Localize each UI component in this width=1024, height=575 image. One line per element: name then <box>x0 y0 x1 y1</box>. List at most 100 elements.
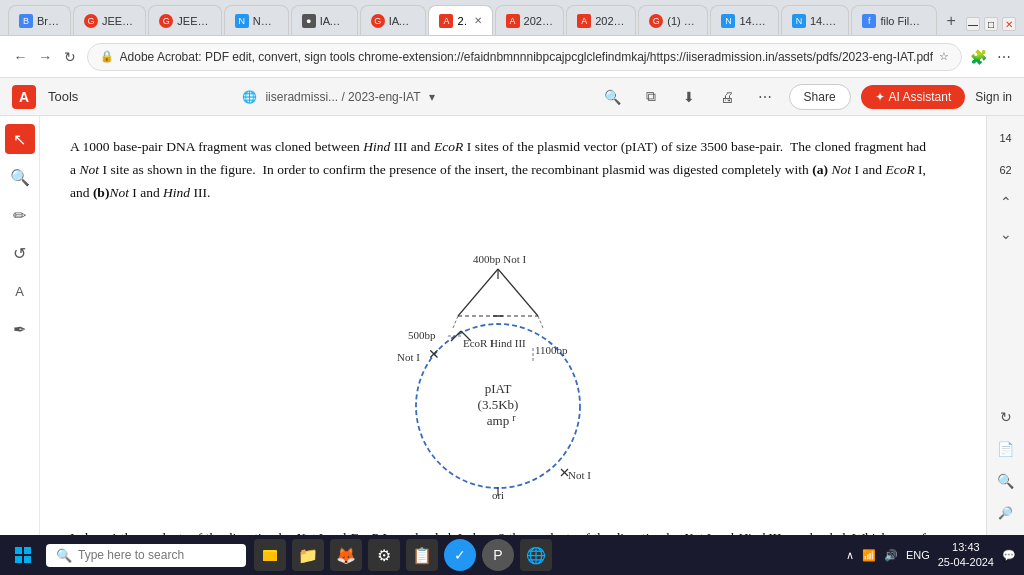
taskbar-firefox-icon[interactable]: 🦊 <box>330 539 362 571</box>
annotate-tool-button[interactable]: ✏ <box>5 200 35 230</box>
tab-favicon-iat1: ● <box>302 14 316 28</box>
svg-rect-16 <box>24 547 31 554</box>
dropdown-icon[interactable]: ▾ <box>429 90 435 104</box>
back-button[interactable]: ← <box>12 44 29 70</box>
tab-label-2021: 2021 E <box>595 15 625 27</box>
tab-jee1[interactable]: G JEE Ma <box>73 5 146 35</box>
svg-rect-15 <box>15 547 22 554</box>
taskbar-app5-icon[interactable]: 📋 <box>406 539 438 571</box>
pdf-content: A 1000 base-pair DNA fragment was cloned… <box>40 116 986 535</box>
tab-20[interactable]: A 20 ✕ <box>428 5 492 35</box>
scroll-down-button[interactable]: ⌄ <box>992 220 1020 248</box>
more-toolbar-button[interactable]: ⋯ <box>751 83 779 111</box>
signature-tool-button[interactable]: ✒ <box>5 314 35 344</box>
page-14-button[interactable]: 14 <box>992 124 1020 152</box>
tab-favicon-google: G <box>649 14 663 28</box>
signin-button[interactable]: Sign in <box>975 90 1012 104</box>
refresh-right-button[interactable]: ↻ <box>992 403 1020 431</box>
page-number-14: 14 <box>999 132 1011 144</box>
speaker-icon[interactable]: 🔊 <box>884 549 898 562</box>
tab-label-neet: Neet | <box>253 15 278 27</box>
page-62-button[interactable]: 62 <box>992 156 1020 184</box>
print-toolbar-button[interactable]: 🖨 <box>713 83 741 111</box>
ai-assistant-button[interactable]: ✦ AI Assistant <box>861 85 966 109</box>
zoom-out-right-button[interactable]: 🔎 <box>992 499 1020 527</box>
forward-button[interactable]: → <box>37 44 54 70</box>
tab-2021[interactable]: A 2021 E <box>566 5 636 35</box>
plasmid-diagram: 400bp Not I 500bp Eco <box>333 221 663 511</box>
up-arrow-icon[interactable]: ∧ <box>846 549 854 562</box>
tab-jee2[interactable]: G JEE Ma <box>148 5 221 35</box>
bookmark-icon[interactable]: ☆ <box>939 50 949 63</box>
tab-label-14-1: 14. Qu <box>739 15 767 27</box>
taskbar-pinned-icons: 📁 🦊 ⚙ 📋 ✓ P 🌐 <box>254 539 552 571</box>
tab-label-brillia: Brillia <box>37 15 60 27</box>
center-text1: pIAT <box>485 381 512 396</box>
copy-toolbar-button[interactable]: ⧉ <box>637 83 665 111</box>
notification-icon[interactable]: 💬 <box>1002 549 1016 562</box>
minimize-button[interactable]: — <box>966 17 980 31</box>
clock-time: 13:43 <box>938 540 994 555</box>
taskbar-settings-icon[interactable]: ⚙ <box>368 539 400 571</box>
search-toolbar-button[interactable]: 🔍 <box>599 83 627 111</box>
svg-rect-18 <box>24 556 31 563</box>
url-bar[interactable]: 🔒 Adobe Acrobat: PDF edit, convert, sign… <box>87 43 963 71</box>
tab-favicon-2022: A <box>506 14 520 28</box>
document-right-button[interactable]: 📄 <box>992 435 1020 463</box>
scroll-up-button[interactable]: ⌃ <box>992 188 1020 216</box>
taskbar-explorer-icon[interactable] <box>254 539 286 571</box>
noti-left-marker: ✕ <box>428 347 440 362</box>
close-button[interactable]: ✕ <box>1002 17 1016 31</box>
tab-favicon-brillia: B <box>19 14 33 28</box>
tab-google[interactable]: G (1) In a <box>638 5 708 35</box>
tab-14-1[interactable]: N 14. Qu <box>710 5 778 35</box>
acrobat-logo: A <box>12 85 36 109</box>
taskbar-files-icon[interactable]: 📁 <box>292 539 324 571</box>
zoom-tool-button[interactable]: 🔍 <box>5 162 35 192</box>
zoom-in-right-button[interactable]: 🔍 <box>992 467 1020 495</box>
page-number-62: 62 <box>999 164 1011 176</box>
tab-2022[interactable]: A 2022-e <box>495 5 565 35</box>
taskbar-check-icon[interactable]: ✓ <box>444 539 476 571</box>
svg-line-14 <box>538 316 543 328</box>
tab-filo[interactable]: f filo Filo St. <box>851 5 936 35</box>
taskbar-app7-icon[interactable]: P <box>482 539 514 571</box>
taskbar-search-input[interactable] <box>78 548 228 562</box>
tools-button[interactable]: Tools <box>48 89 78 104</box>
tab-brillia[interactable]: B Brillia <box>8 5 71 35</box>
label-hindiii: Hind III <box>490 337 526 349</box>
taskbar-clock[interactable]: 13:43 25-04-2024 <box>938 540 994 571</box>
network-icon[interactable]: 📶 <box>862 549 876 562</box>
download-toolbar-button[interactable]: ⬇ <box>675 83 703 111</box>
start-button[interactable] <box>8 541 38 569</box>
diagram-container: 400bp Not I 500bp Eco <box>70 221 926 511</box>
checkmark-icon: ✓ <box>454 547 466 563</box>
firefox-icon: 🦊 <box>336 546 356 565</box>
maximize-button[interactable]: □ <box>984 17 998 31</box>
file-explorer-icon <box>261 546 279 564</box>
taskbar-search-box[interactable]: 🔍 <box>46 544 246 567</box>
more-button[interactable]: ⋯ <box>995 44 1012 70</box>
share-button[interactable]: Share <box>789 84 851 110</box>
svg-line-0 <box>458 269 498 316</box>
tab-close-20[interactable]: ✕ <box>474 15 482 26</box>
tab-label-iat2: IAT | I/ <box>389 15 416 27</box>
tab-neet[interactable]: N Neet | <box>224 5 289 35</box>
reload-button[interactable]: ↻ <box>62 44 79 70</box>
tab-14-2[interactable]: N 14. Qu <box>781 5 849 35</box>
ai-icon: ✦ <box>875 90 885 104</box>
extensions-button[interactable]: 🧩 <box>970 44 987 70</box>
label-500bp: 500bp <box>408 329 436 341</box>
toolbar-right: 🔍 ⧉ ⬇ 🖨 ⋯ Share ✦ AI Assistant Sign in <box>599 83 1012 111</box>
taskbar-chrome-icon[interactable]: 🌐 <box>520 539 552 571</box>
text-tool-button[interactable]: A <box>5 276 35 306</box>
breadcrumb: iiseradmissi... / 2023-eng-IAT <box>265 90 420 104</box>
undo-tool-button[interactable]: ↺ <box>5 238 35 268</box>
svg-rect-17 <box>15 556 22 563</box>
new-tab-button[interactable]: + <box>939 7 965 35</box>
windows-logo-icon <box>14 546 32 564</box>
tab-iat2[interactable]: G IAT | I/ <box>360 5 427 35</box>
cursor-tool-button[interactable]: ↖ <box>5 124 35 154</box>
tab-favicon-jee1: G <box>84 14 98 28</box>
tab-iat1[interactable]: ● IAT 20 <box>291 5 358 35</box>
